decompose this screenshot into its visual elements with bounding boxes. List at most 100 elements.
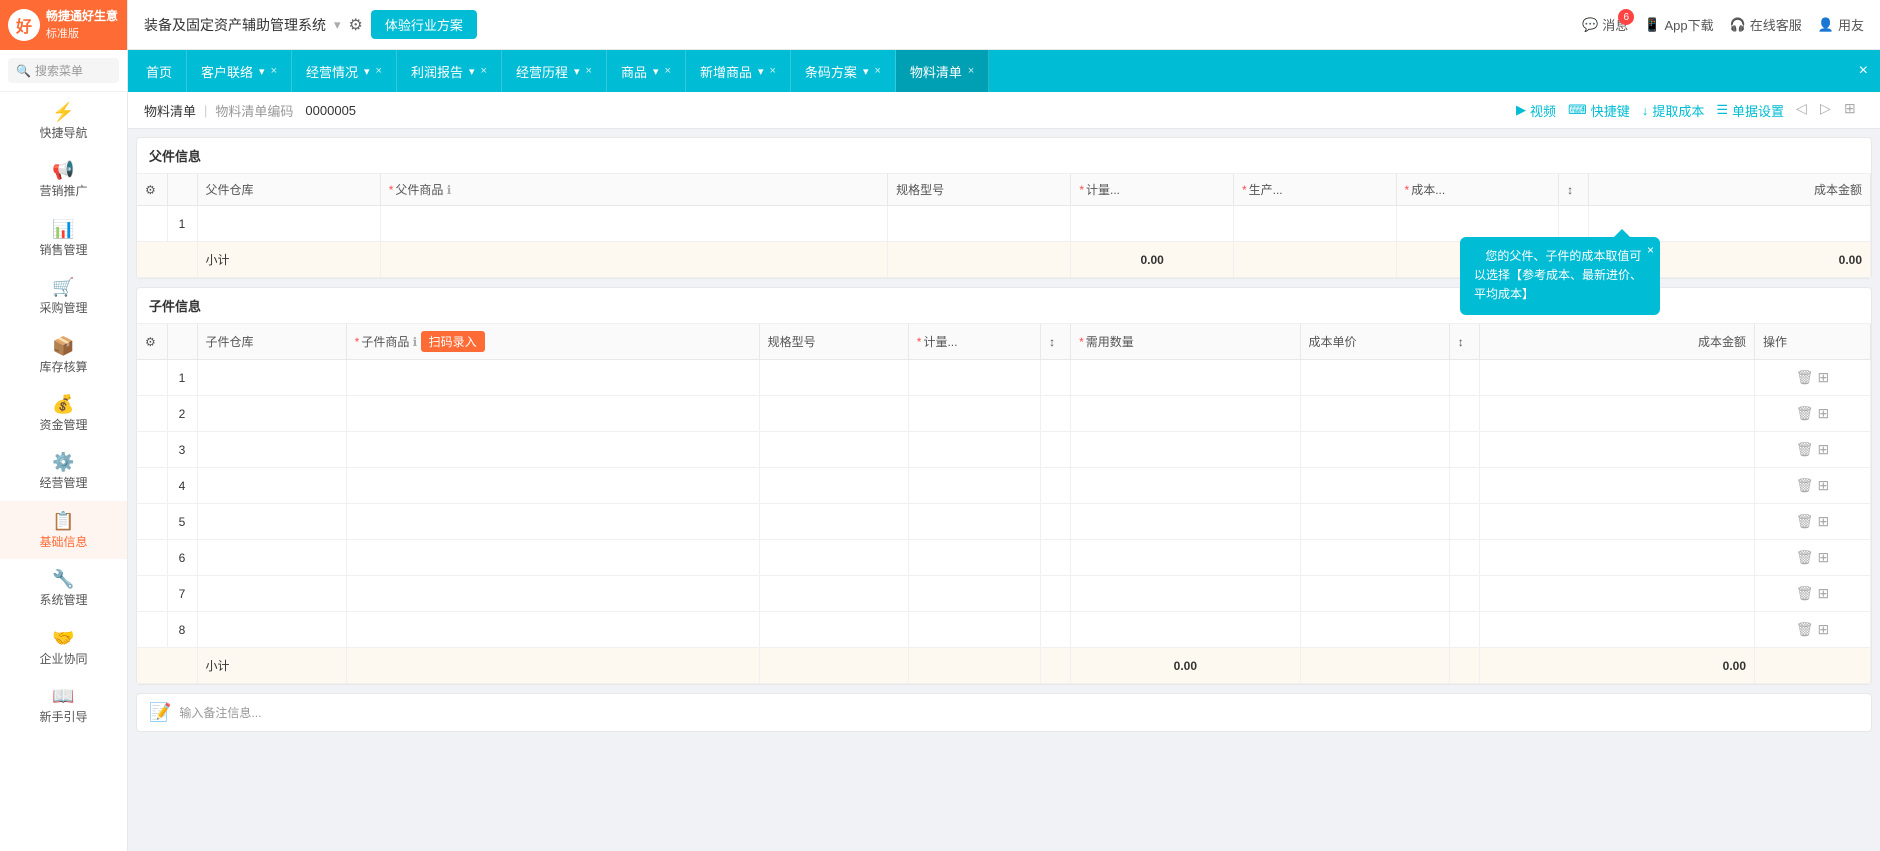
child-row-spec-2[interactable]	[759, 432, 908, 468]
child-row-unit-3[interactable]	[908, 468, 1040, 504]
sidebar-item-marketing[interactable]: 📢 营销推广	[0, 150, 127, 208]
tab-history[interactable]: 经营历程 ▾ ×	[502, 50, 607, 92]
child-row-warehouse-7[interactable]	[197, 612, 346, 648]
child-row-unit-cost-1[interactable]	[1300, 396, 1449, 432]
copy-icon-1[interactable]: ⊞	[1818, 405, 1830, 422]
child-row-goods-5[interactable]	[346, 540, 759, 576]
child-row-unit-1[interactable]	[908, 396, 1040, 432]
child-row-warehouse-5[interactable]	[197, 540, 346, 576]
tab-operations[interactable]: 经营情况 ▾ ×	[292, 50, 397, 92]
parent-goods-help-icon[interactable]: ℹ	[447, 183, 452, 197]
child-row-unit-cost-6[interactable]	[1300, 576, 1449, 612]
child-row-unit-cost-5[interactable]	[1300, 540, 1449, 576]
delete-icon-2[interactable]: 🗑	[1796, 441, 1814, 458]
sidebar-item-operations[interactable]: ⚙️ 经营管理	[0, 442, 127, 500]
child-row-goods-4[interactable]	[346, 504, 759, 540]
next-icon[interactable]: ▷	[1820, 100, 1840, 120]
parent-row-produce[interactable]	[1233, 206, 1396, 242]
tab-barcode-close[interactable]: ×	[874, 65, 880, 77]
tab-new-goods-close[interactable]: ×	[769, 65, 775, 77]
grid-icon[interactable]: ⊞	[1844, 100, 1864, 120]
child-row-unit-7[interactable]	[908, 612, 1040, 648]
child-row-unit-2[interactable]	[908, 432, 1040, 468]
tab-home[interactable]: 首页	[132, 50, 187, 92]
copy-icon-7[interactable]: ⊞	[1818, 621, 1830, 638]
tab-operations-close[interactable]: ×	[376, 65, 382, 77]
page-tab-bom[interactable]: 物料清单	[144, 101, 196, 120]
copy-icon-0[interactable]: ⊞	[1818, 369, 1830, 386]
child-goods-help-icon[interactable]: ℹ	[413, 335, 418, 349]
delete-icon-6[interactable]: 🗑	[1796, 585, 1814, 602]
delete-icon-4[interactable]: 🗑	[1796, 513, 1814, 530]
tab-customer-close[interactable]: ×	[271, 65, 277, 77]
delete-icon-0[interactable]: 🗑	[1796, 369, 1814, 386]
child-row-unit-0[interactable]	[908, 360, 1040, 396]
delete-icon-1[interactable]: 🗑	[1796, 405, 1814, 422]
online-service-group[interactable]: 🎧 在线客服	[1730, 15, 1802, 34]
search-trigger[interactable]: 🔍 搜索菜单	[8, 58, 119, 83]
child-row-spec-1[interactable]	[759, 396, 908, 432]
child-row-unit-cost-2[interactable]	[1300, 432, 1449, 468]
child-row-spec-3[interactable]	[759, 468, 908, 504]
child-row-spec-5[interactable]	[759, 540, 908, 576]
child-row-warehouse-0[interactable]	[197, 360, 346, 396]
sidebar-item-finance[interactable]: 💰 资金管理	[0, 384, 127, 442]
copy-icon-2[interactable]: ⊞	[1818, 441, 1830, 458]
child-row-qty-0[interactable]	[1071, 360, 1300, 396]
child-row-warehouse-4[interactable]	[197, 504, 346, 540]
tab-barcode[interactable]: 条码方案 ▾ ×	[791, 50, 896, 92]
prev-icon[interactable]: ◁	[1796, 100, 1816, 120]
child-row-qty-5[interactable]	[1071, 540, 1300, 576]
shortcut-button[interactable]: ⌨ 快捷键	[1568, 101, 1630, 120]
tooltip-close-icon[interactable]: ×	[1647, 241, 1654, 260]
parent-row-spec[interactable]	[888, 206, 1071, 242]
child-row-unit-5[interactable]	[908, 540, 1040, 576]
child-row-unit-cost-4[interactable]	[1300, 504, 1449, 540]
child-row-warehouse-2[interactable]	[197, 432, 346, 468]
sidebar-item-system[interactable]: 🔧 系统管理	[0, 559, 127, 617]
child-row-qty-7[interactable]	[1071, 612, 1300, 648]
parent-row-unit[interactable]	[1071, 206, 1234, 242]
child-row-goods-2[interactable]	[346, 432, 759, 468]
child-row-unit-6[interactable]	[908, 576, 1040, 612]
delete-icon-3[interactable]: 🗑	[1796, 477, 1814, 494]
sidebar-search-area[interactable]: 🔍 搜索菜单	[0, 50, 127, 92]
tab-new-goods[interactable]: 新增商品 ▾ ×	[686, 50, 791, 92]
sidebar-item-inventory[interactable]: 📦 库存核算	[0, 326, 127, 384]
app-download-group[interactable]: 📱 App下载	[1644, 15, 1713, 34]
child-row-warehouse-3[interactable]	[197, 468, 346, 504]
child-row-goods-6[interactable]	[346, 576, 759, 612]
parent-row-warehouse[interactable]	[197, 206, 380, 242]
child-row-spec-6[interactable]	[759, 576, 908, 612]
child-row-unit-cost-0[interactable]	[1300, 360, 1449, 396]
nav-close-all-button[interactable]: ×	[1851, 62, 1876, 80]
sidebar-item-basic-info[interactable]: 📋 基础信息	[0, 501, 127, 559]
single-setting-button[interactable]: ☰ 单据设置	[1716, 101, 1784, 120]
parent-row-goods[interactable]	[380, 206, 887, 242]
copy-icon-3[interactable]: ⊞	[1818, 477, 1830, 494]
child-row-unit-4[interactable]	[908, 504, 1040, 540]
child-row-goods-7[interactable]	[346, 612, 759, 648]
sidebar-item-enterprise[interactable]: 🤝 企业协同	[0, 618, 127, 676]
tab-goods-close[interactable]: ×	[665, 65, 671, 77]
copy-icon-6[interactable]: ⊞	[1818, 585, 1830, 602]
message-group[interactable]: 💬 消息 6	[1582, 15, 1628, 34]
child-row-qty-6[interactable]	[1071, 576, 1300, 612]
child-row-goods-1[interactable]	[346, 396, 759, 432]
child-row-qty-3[interactable]	[1071, 468, 1300, 504]
tab-profit-close[interactable]: ×	[481, 65, 487, 77]
sidebar-item-guide[interactable]: 📖 新手引导	[0, 676, 127, 734]
tab-history-close[interactable]: ×	[586, 65, 592, 77]
view-video-button[interactable]: ▶ 视频	[1516, 101, 1556, 120]
dropdown-arrow-icon[interactable]: ▾	[334, 17, 341, 33]
copy-icon-5[interactable]: ⊞	[1818, 549, 1830, 566]
copy-icon-4[interactable]: ⊞	[1818, 513, 1830, 530]
user-group[interactable]: 👤 用友	[1818, 15, 1864, 34]
sidebar-item-purchase[interactable]: 🛒 采购管理	[0, 267, 127, 325]
tab-bom[interactable]: 物料清单 ×	[896, 50, 989, 92]
child-row-warehouse-1[interactable]	[197, 396, 346, 432]
child-row-qty-4[interactable]	[1071, 504, 1300, 540]
child-row-unit-cost-7[interactable]	[1300, 612, 1449, 648]
delete-icon-5[interactable]: 🗑	[1796, 549, 1814, 566]
child-row-spec-7[interactable]	[759, 612, 908, 648]
